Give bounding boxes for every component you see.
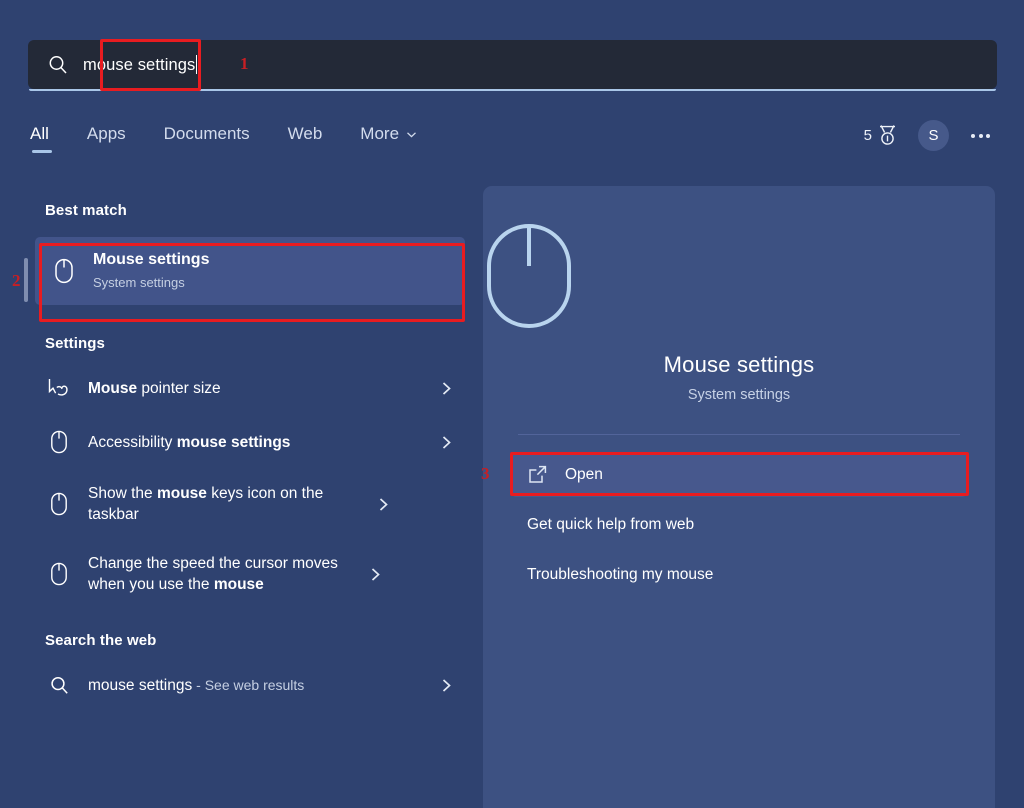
search-icon: [47, 54, 69, 76]
settings-result-label: Change the speed the cursor moves when y…: [74, 553, 366, 595]
open-action[interactable]: Open: [511, 452, 967, 497]
troubleshooting-label: Troubleshooting my mouse: [527, 566, 713, 584]
settings-result-show-mouse-keys-icon[interactable]: Show the mouse keys icon on the taskbar: [28, 474, 465, 534]
panel-divider: [518, 434, 960, 435]
tab-all[interactable]: All: [30, 124, 49, 153]
match-highlight: mouse settings: [177, 434, 291, 451]
get-quick-help-label: Get quick help from web: [527, 516, 694, 534]
tab-all-label: All: [30, 124, 49, 144]
settings-result-label: Mouse pointer size: [74, 378, 437, 399]
windows-search-window: mouse settings All Apps Documents Web Mo…: [0, 0, 1024, 808]
search-input-value: mouse settings: [83, 56, 195, 74]
get-quick-help-action[interactable]: Get quick help from web: [511, 503, 967, 547]
ellipsis-dot: [979, 134, 983, 138]
preview-hero: Mouse settings System settings: [483, 186, 995, 403]
cursor-pointer-icon: [44, 377, 74, 399]
chevron-right-icon: [437, 435, 453, 450]
preview-panel: Mouse settings System settings Open Get …: [483, 186, 995, 808]
result-filter-tabs: All Apps Documents Web More: [30, 124, 455, 153]
mouse-icon-large: [483, 222, 995, 330]
web-suffix: - See web results: [192, 677, 304, 693]
annotation-number-1: 1: [240, 54, 249, 74]
mouse-icon: [44, 492, 74, 516]
chevron-right-icon: [374, 497, 390, 512]
external-link-icon: [527, 465, 547, 484]
settings-section-header: Settings: [0, 305, 483, 352]
mouse-icon: [44, 562, 74, 586]
tab-more-label: More: [360, 124, 399, 144]
tab-documents[interactable]: Documents: [164, 124, 250, 153]
chevron-down-icon: [406, 129, 417, 140]
settings-result-mouse-pointer-size[interactable]: Mouse pointer size: [28, 366, 465, 410]
tab-apps[interactable]: Apps: [87, 124, 126, 153]
web-query: mouse settings: [88, 677, 192, 694]
rewards-medal-icon: [877, 124, 898, 147]
match-highlight: mouse: [214, 576, 264, 593]
annotation-number-3: 3: [481, 464, 490, 484]
chevron-right-icon: [437, 678, 453, 693]
text-caret: [196, 55, 197, 74]
more-options-button[interactable]: [969, 128, 992, 144]
preview-title: Mouse settings: [483, 352, 995, 378]
avatar-initial: S: [928, 127, 938, 144]
avatar[interactable]: S: [918, 120, 949, 151]
tab-more[interactable]: More: [360, 124, 417, 153]
chevron-right-icon: [437, 381, 453, 396]
match-highlight: Mouse: [88, 380, 137, 397]
search-web-header: Search the web: [0, 604, 483, 649]
match-highlight: mouse: [157, 485, 207, 502]
settings-result-accessibility-mouse-settings[interactable]: Accessibility mouse settings: [28, 420, 465, 464]
settings-result-label: Show the mouse keys icon on the taskbar: [74, 483, 374, 525]
search-icon: [44, 675, 74, 696]
ellipsis-dot: [971, 134, 975, 138]
preview-subtitle: System settings: [483, 387, 995, 403]
annotation-number-2: 2: [12, 271, 21, 291]
mouse-icon: [44, 430, 74, 454]
web-search-label: mouse settings - See web results: [74, 675, 437, 696]
best-match-header: Best match: [0, 186, 483, 219]
label-post: pointer size: [137, 380, 221, 397]
search-input[interactable]: mouse settings: [83, 55, 197, 75]
open-action-label: Open: [565, 466, 603, 484]
tab-web[interactable]: Web: [288, 124, 323, 153]
best-match-title: Mouse settings: [93, 251, 209, 268]
mouse-icon: [49, 258, 79, 284]
settings-result-change-cursor-speed[interactable]: Change the speed the cursor moves when y…: [28, 544, 465, 604]
best-match-result[interactable]: Mouse settings System settings: [35, 237, 465, 305]
chevron-right-icon: [366, 567, 382, 582]
header-actions: 5 S: [864, 120, 992, 151]
label-pre: Accessibility: [88, 434, 177, 451]
rewards-badge[interactable]: 5: [864, 124, 898, 147]
label-pre: Show the: [88, 485, 157, 502]
troubleshooting-action[interactable]: Troubleshooting my mouse: [511, 553, 967, 597]
tab-web-label: Web: [288, 124, 323, 144]
web-search-result[interactable]: mouse settings - See web results: [28, 663, 465, 707]
settings-result-label: Accessibility mouse settings: [74, 432, 437, 453]
search-bar[interactable]: mouse settings: [28, 40, 997, 89]
best-match-text: Mouse settings System settings: [79, 249, 453, 293]
tab-apps-label: Apps: [87, 124, 126, 144]
selection-indicator: [24, 258, 28, 302]
rewards-count: 5: [864, 127, 872, 144]
ellipsis-dot: [986, 134, 990, 138]
tab-documents-label: Documents: [164, 124, 250, 144]
results-list: Best match Mouse settings System setting…: [0, 186, 483, 808]
best-match-subtitle: System settings: [93, 272, 453, 293]
